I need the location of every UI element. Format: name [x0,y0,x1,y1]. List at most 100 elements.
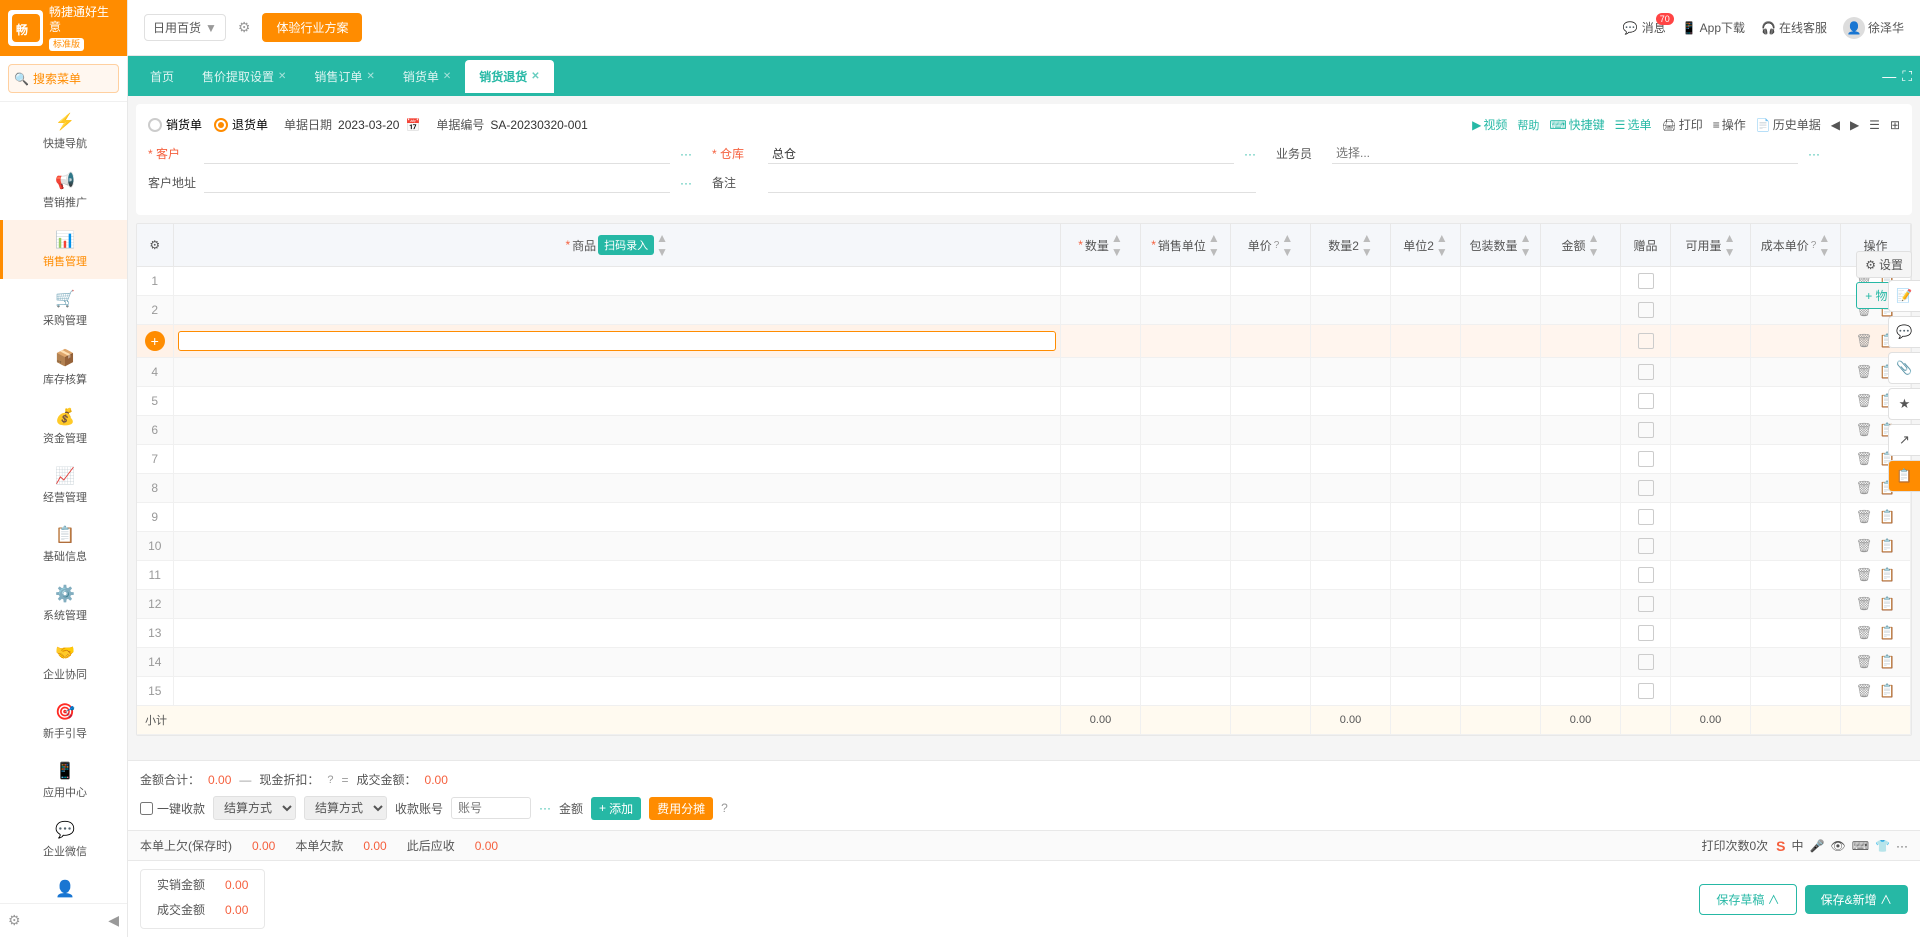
quantity-cell[interactable] [1061,296,1141,325]
qty2-cell[interactable] [1311,474,1391,503]
cost-price-cell[interactable] [1751,503,1841,532]
unit_price-cell[interactable] [1231,296,1311,325]
cost-price-cell[interactable] [1751,296,1841,325]
cost-price-cell[interactable] [1751,532,1841,561]
amount-cell[interactable] [1541,325,1621,358]
unit_price-cell[interactable] [1231,648,1311,677]
th-gear[interactable]: ⚙ [137,224,173,267]
qty2-cell[interactable] [1311,445,1391,474]
available-cell[interactable] [1671,358,1751,387]
unit_price-cell[interactable] [1231,387,1311,416]
gift-checkbox[interactable] [1638,480,1654,496]
quantity-cell[interactable] [1061,416,1141,445]
amount-cell[interactable] [1541,503,1621,532]
qty-sort-icon[interactable]: ▲▼ [1111,231,1123,259]
search-menu-button[interactable]: 🔍 搜索菜单 [8,64,119,93]
table-settings-icon[interactable]: ⚙ [149,238,160,252]
pack_qty-cell[interactable] [1461,325,1541,358]
delete-row-icon[interactable]: 🗑 [1856,509,1873,524]
delete-row-icon[interactable]: 🗑 [1856,625,1873,640]
available-cell[interactable] [1671,387,1751,416]
save-new-button[interactable]: 保存&新增 ∧ [1805,885,1908,914]
amount-cell[interactable] [1541,267,1621,296]
product-cell[interactable] [173,325,1061,358]
user-menu-button[interactable]: 👤 徐泽华 [1843,17,1904,39]
amount-cell[interactable] [1541,296,1621,325]
pack_qty-cell[interactable] [1461,358,1541,387]
unit2-cell[interactable] [1391,358,1461,387]
available-cell[interactable] [1671,561,1751,590]
unit-sort-icon[interactable]: ▲▼ [1208,231,1220,259]
sidebar-item-member[interactable]: 👤 畅会员 [0,869,127,903]
gift-cell[interactable] [1621,296,1671,325]
unit-cell[interactable] [1141,358,1231,387]
unit_price-cell[interactable] [1231,561,1311,590]
right-panel-btn-2[interactable]: 💬 [1888,316,1920,348]
tab-sales-delivery-close[interactable]: ✕ [443,71,451,82]
pack_qty-cell[interactable] [1461,503,1541,532]
gift-cell[interactable] [1621,619,1671,648]
amount-cell[interactable] [1541,532,1621,561]
unit-cell[interactable] [1141,677,1231,706]
quantity-cell[interactable] [1061,503,1141,532]
gift-cell[interactable] [1621,416,1671,445]
cost-price-cell[interactable] [1751,619,1841,648]
unit-cell[interactable] [1141,267,1231,296]
delete-row-icon[interactable]: 🗑 [1856,333,1873,348]
gift-checkbox[interactable] [1638,538,1654,554]
qty2-cell[interactable] [1311,532,1391,561]
qty2-cell[interactable] [1311,358,1391,387]
one-click-checkbox[interactable] [140,802,153,815]
pack_qty-cell[interactable] [1461,648,1541,677]
product-cell[interactable] [173,445,1061,474]
sidebar-search[interactable]: 🔍 搜索菜单 [0,56,127,102]
cost-price-cell[interactable] [1751,267,1841,296]
unit2-cell[interactable] [1391,561,1461,590]
gift-cell[interactable] [1621,648,1671,677]
qty2-cell[interactable] [1311,325,1391,358]
gift-cell[interactable] [1621,503,1671,532]
pack_qty-cell[interactable] [1461,619,1541,648]
industry-select[interactable]: 日用百货 ▼ [144,14,226,41]
delete-row-icon[interactable]: 🗑 [1856,393,1873,408]
sidebar-settings-button[interactable]: ⚙ [8,912,21,929]
warehouse-input[interactable] [768,143,1234,164]
product-input[interactable] [178,331,1057,351]
pack_qty-cell[interactable] [1461,590,1541,619]
available-cell[interactable] [1671,677,1751,706]
cost-price-cell[interactable] [1751,358,1841,387]
gift-checkbox[interactable] [1638,302,1654,318]
unit2-cell[interactable] [1391,474,1461,503]
available-cell[interactable] [1671,296,1751,325]
available-cell[interactable] [1671,590,1751,619]
quantity-cell[interactable] [1061,445,1141,474]
pack_qty-cell[interactable] [1461,416,1541,445]
quantity-cell[interactable] [1061,474,1141,503]
add-row-button[interactable]: + [145,331,165,351]
calc-method-select[interactable]: 结算方式 [213,796,296,820]
right-panel-btn-5[interactable]: ↗ [1888,424,1920,456]
amount-cell[interactable] [1541,445,1621,474]
quantity-cell[interactable] [1061,387,1141,416]
available-cell[interactable] [1671,416,1751,445]
cost-price-cell[interactable] [1751,387,1841,416]
amount-cell[interactable] [1541,590,1621,619]
product-cell[interactable] [173,590,1061,619]
delete-row-icon[interactable]: 🗑 [1856,596,1873,611]
qty2-cell[interactable] [1311,590,1391,619]
delete-row-icon[interactable]: 🗑 [1856,538,1873,553]
sidebar-item-apps[interactable]: 📱 应用中心 [0,751,127,810]
delete-row-icon[interactable]: 🗑 [1856,480,1873,495]
gift-cell[interactable] [1621,387,1671,416]
copy-row-icon[interactable]: 📋 [1879,596,1895,611]
pack_qty-cell[interactable] [1461,267,1541,296]
available-cell[interactable] [1671,474,1751,503]
sidebar-collapse-button[interactable]: ◀ [108,912,119,929]
product-sort-icon[interactable]: ▲▼ [656,231,668,259]
delete-row-icon[interactable]: 🗑 [1856,567,1873,582]
pack_qty-cell[interactable] [1461,677,1541,706]
unit2-cell[interactable] [1391,416,1461,445]
product-cell[interactable] [173,677,1061,706]
qty2-cell[interactable] [1311,416,1391,445]
amount-cell[interactable] [1541,648,1621,677]
